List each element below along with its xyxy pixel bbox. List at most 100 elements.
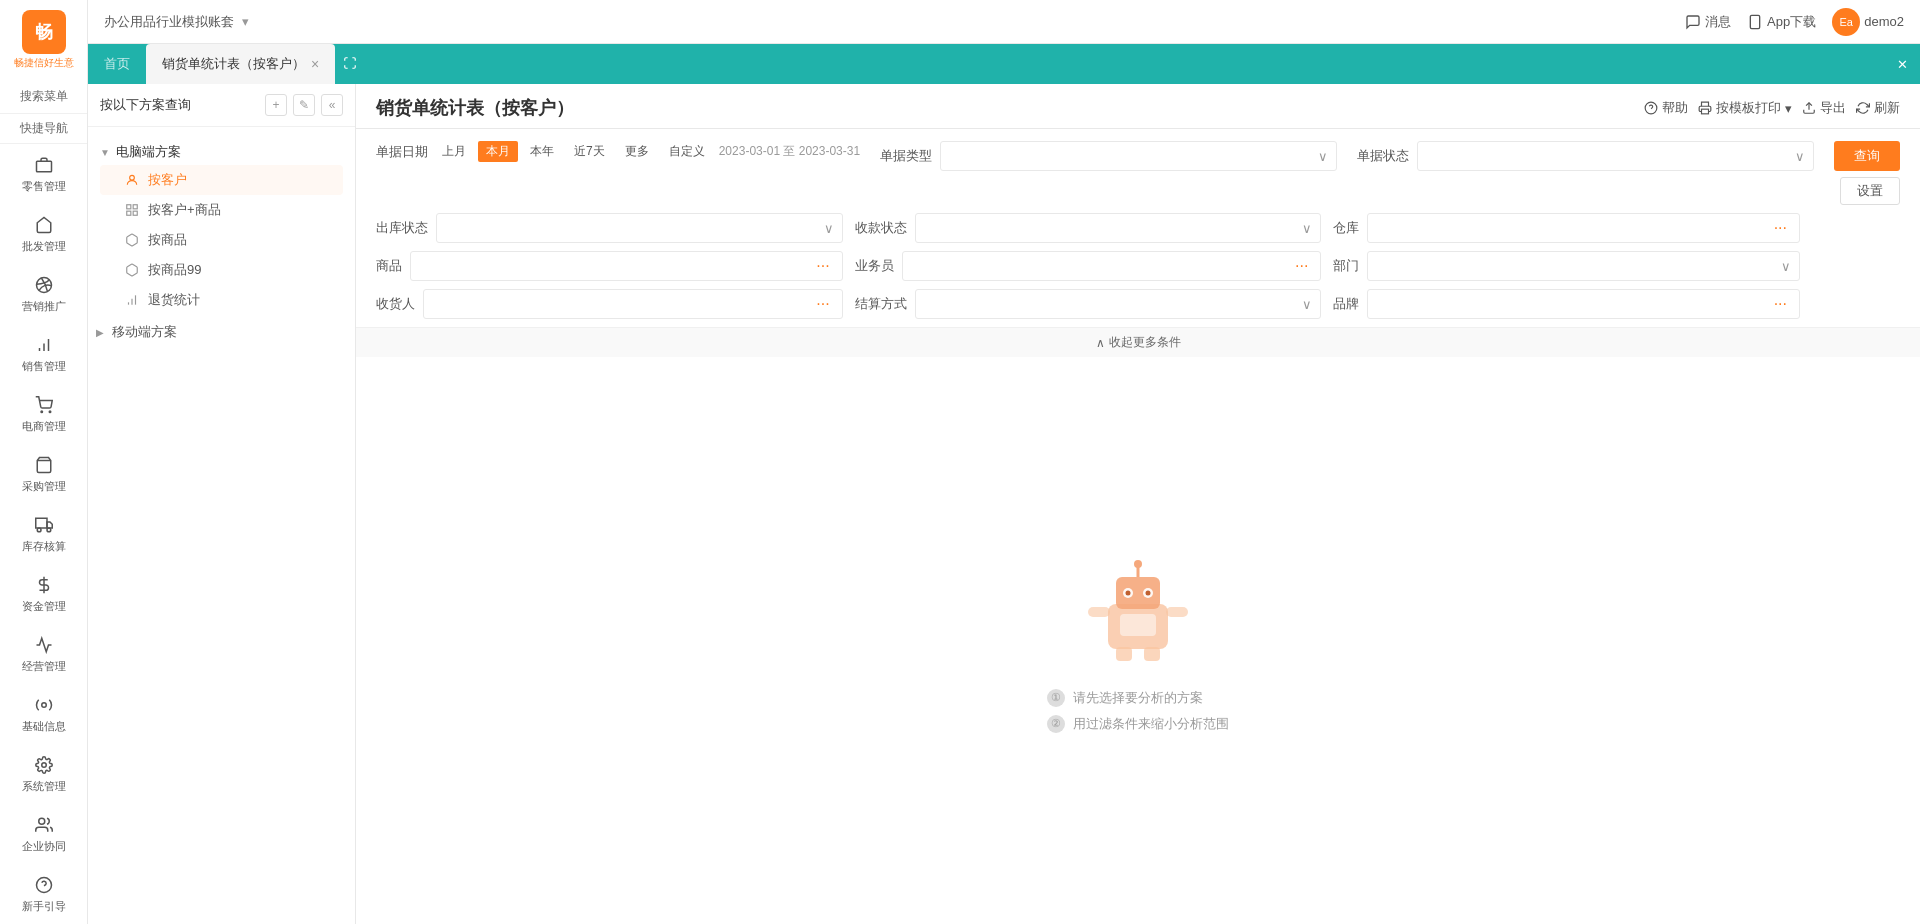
empty-tip-2: ② 用过滤条件来缩小分析范围 bbox=[1047, 715, 1229, 733]
doc-type-select[interactable]: ∨ bbox=[940, 141, 1337, 171]
panel-item-by-customer[interactable]: 按客户 bbox=[100, 165, 343, 195]
query-btn[interactable]: 查询 bbox=[1834, 141, 1900, 171]
brand-select[interactable]: ··· bbox=[1367, 289, 1800, 319]
logo[interactable]: 畅 畅捷信好生意 bbox=[0, 0, 87, 80]
side-panel-title: 按以下方案查询 bbox=[100, 96, 191, 114]
sidebar-item-marketing[interactable]: 营销推广 bbox=[0, 264, 87, 324]
dept-arrow: ∨ bbox=[1781, 259, 1791, 274]
print-dropdown-arrow[interactable]: ▾ bbox=[1785, 101, 1792, 116]
app-download-btn[interactable]: App下载 bbox=[1747, 13, 1816, 31]
warehouse-select[interactable]: ··· bbox=[1367, 213, 1800, 243]
action-buttons: 查询 设置 bbox=[1834, 141, 1900, 205]
date-btn-more[interactable]: 更多 bbox=[617, 141, 657, 162]
help-icon bbox=[1644, 101, 1658, 115]
product-select[interactable]: ··· bbox=[410, 251, 843, 281]
tab-home[interactable]: 首页 bbox=[88, 44, 146, 84]
chart-icon bbox=[124, 292, 140, 308]
avatar: Ea bbox=[1832, 8, 1860, 36]
window-close-btn[interactable]: ✕ bbox=[1885, 57, 1920, 72]
sidebar-item-operations[interactable]: 经营管理 bbox=[0, 624, 87, 684]
out-status-select[interactable]: ∨ bbox=[436, 213, 843, 243]
grid-icon bbox=[124, 202, 140, 218]
topbar-left: 办公用品行业模拟账套 ▾ bbox=[104, 13, 249, 31]
receiver-dots[interactable]: ··· bbox=[812, 295, 833, 313]
sidebar-item-basic[interactable]: 基础信息 bbox=[0, 684, 87, 744]
svg-point-15 bbox=[38, 818, 44, 824]
mobile-group-header[interactable]: ▶ 移动端方案 bbox=[88, 319, 355, 345]
receiver-select[interactable]: ··· bbox=[423, 289, 843, 319]
side-panel: 按以下方案查询 + ✎ « ▼ 电脑端方案 bbox=[88, 84, 356, 924]
quick-nav[interactable]: 快捷导航 bbox=[0, 114, 87, 144]
print-btn[interactable]: 按模板打印 ▾ bbox=[1698, 99, 1792, 117]
sidebar-item-wholesale[interactable]: 批发管理 bbox=[0, 204, 87, 264]
payment-method-select[interactable]: ∨ bbox=[915, 289, 1322, 319]
svg-rect-36 bbox=[1116, 577, 1160, 609]
help-btn[interactable]: 帮助 bbox=[1644, 99, 1688, 117]
svg-rect-24 bbox=[127, 205, 131, 209]
date-btn-7days[interactable]: 近7天 bbox=[566, 141, 613, 162]
doc-status-select[interactable]: ∨ bbox=[1417, 141, 1814, 171]
doc-type-label: 单据类型 bbox=[880, 147, 932, 165]
sidebar-item-finance[interactable]: 资金管理 bbox=[0, 564, 87, 624]
out-status-arrow: ∨ bbox=[824, 221, 834, 236]
payment-method-group: 结算方式 ∨ bbox=[855, 289, 1322, 319]
industry-dropdown[interactable]: ▾ bbox=[242, 14, 249, 29]
salesperson-select[interactable]: ··· bbox=[902, 251, 1322, 281]
svg-point-40 bbox=[1146, 590, 1151, 595]
collapse-panel-btn[interactable]: « bbox=[321, 94, 343, 116]
sidebar-item-retail[interactable]: 零售管理 bbox=[0, 144, 87, 204]
panel-item-product-99[interactable]: 按商品99 bbox=[100, 255, 343, 285]
empty-tips: ① 请先选择要分析的方案 ② 用过滤条件来缩小分析范围 bbox=[1047, 689, 1229, 733]
edit-scheme-btn[interactable]: ✎ bbox=[293, 94, 315, 116]
date-btn-last-month[interactable]: 上月 bbox=[434, 141, 474, 162]
date-btn-this-year[interactable]: 本年 bbox=[522, 141, 562, 162]
date-btn-this-month[interactable]: 本月 bbox=[478, 141, 518, 162]
tip-num-1: ① bbox=[1047, 689, 1065, 707]
sidebar-item-system[interactable]: 系统管理 bbox=[0, 744, 87, 804]
date-label: 单据日期 bbox=[376, 143, 428, 161]
tab-sales-stat[interactable]: 销货单统计表（按客户） × bbox=[146, 44, 335, 84]
tab-close-btn[interactable]: × bbox=[311, 56, 319, 72]
export-btn[interactable]: 导出 bbox=[1802, 99, 1846, 117]
product-group: 商品 ··· bbox=[376, 251, 843, 281]
sidebar-item-sales[interactable]: 销售管理 bbox=[0, 324, 87, 384]
sidebar-item-corp[interactable]: 企业协同 bbox=[0, 804, 87, 864]
panel-item-by-product[interactable]: 按商品 bbox=[100, 225, 343, 255]
refresh-btn[interactable]: 刷新 bbox=[1856, 99, 1900, 117]
doc-type-group: 单据类型 ∨ bbox=[880, 141, 1337, 171]
out-status-group: 出库状态 ∨ bbox=[376, 213, 843, 243]
dept-group: 部门 ∨ bbox=[1333, 251, 1800, 281]
maximize-btn[interactable] bbox=[335, 56, 365, 73]
salesperson-dots[interactable]: ··· bbox=[1291, 257, 1312, 275]
warehouse-dots[interactable]: ··· bbox=[1770, 219, 1791, 237]
svg-point-10 bbox=[37, 528, 41, 532]
settings-btn[interactable]: 设置 bbox=[1840, 177, 1900, 205]
sidebar-item-newbie[interactable]: 新手引导 bbox=[0, 864, 87, 924]
brand-dots[interactable]: ··· bbox=[1770, 295, 1791, 313]
date-btn-custom[interactable]: 自定义 bbox=[661, 141, 713, 162]
desktop-group-label: 电脑端方案 bbox=[116, 143, 181, 161]
message-icon bbox=[1685, 14, 1701, 30]
message-btn[interactable]: 消息 bbox=[1685, 13, 1731, 31]
desktop-group-header[interactable]: ▼ 电脑端方案 bbox=[100, 139, 343, 165]
sidebar-item-purchase[interactable]: 采购管理 bbox=[0, 444, 87, 504]
collapse-bar[interactable]: ∧ 收起更多条件 bbox=[356, 327, 1920, 357]
sidebar-item-ecommerce[interactable]: 电商管理 bbox=[0, 384, 87, 444]
salesperson-label: 业务员 bbox=[855, 257, 894, 275]
user-profile[interactable]: Ea demo2 bbox=[1832, 8, 1904, 36]
dept-select[interactable]: ∨ bbox=[1367, 251, 1800, 281]
panel-item-return-stat[interactable]: 退货统计 bbox=[100, 285, 343, 315]
topbar: 办公用品行业模拟账套 ▾ 消息 App下载 Ea demo2 bbox=[88, 0, 1920, 44]
payment-status-select[interactable]: ∨ bbox=[915, 213, 1322, 243]
add-scheme-btn[interactable]: + bbox=[265, 94, 287, 116]
filter-row4: 收货人 ··· 结算方式 ∨ 品牌 bbox=[356, 281, 1920, 327]
main-area: 办公用品行业模拟账套 ▾ 消息 App下载 Ea demo2 首页 bbox=[88, 0, 1920, 924]
brand-label: 品牌 bbox=[1333, 295, 1359, 313]
sidebar-item-inventory[interactable]: 库存核算 bbox=[0, 504, 87, 564]
side-panel-header: 按以下方案查询 + ✎ « bbox=[88, 84, 355, 127]
purchase-icon bbox=[33, 454, 55, 476]
svg-point-5 bbox=[41, 411, 43, 413]
panel-item-customer-product[interactable]: 按客户+商品 bbox=[100, 195, 343, 225]
product-dots[interactable]: ··· bbox=[812, 257, 833, 275]
search-menu[interactable]: 搜索菜单 bbox=[0, 80, 87, 114]
